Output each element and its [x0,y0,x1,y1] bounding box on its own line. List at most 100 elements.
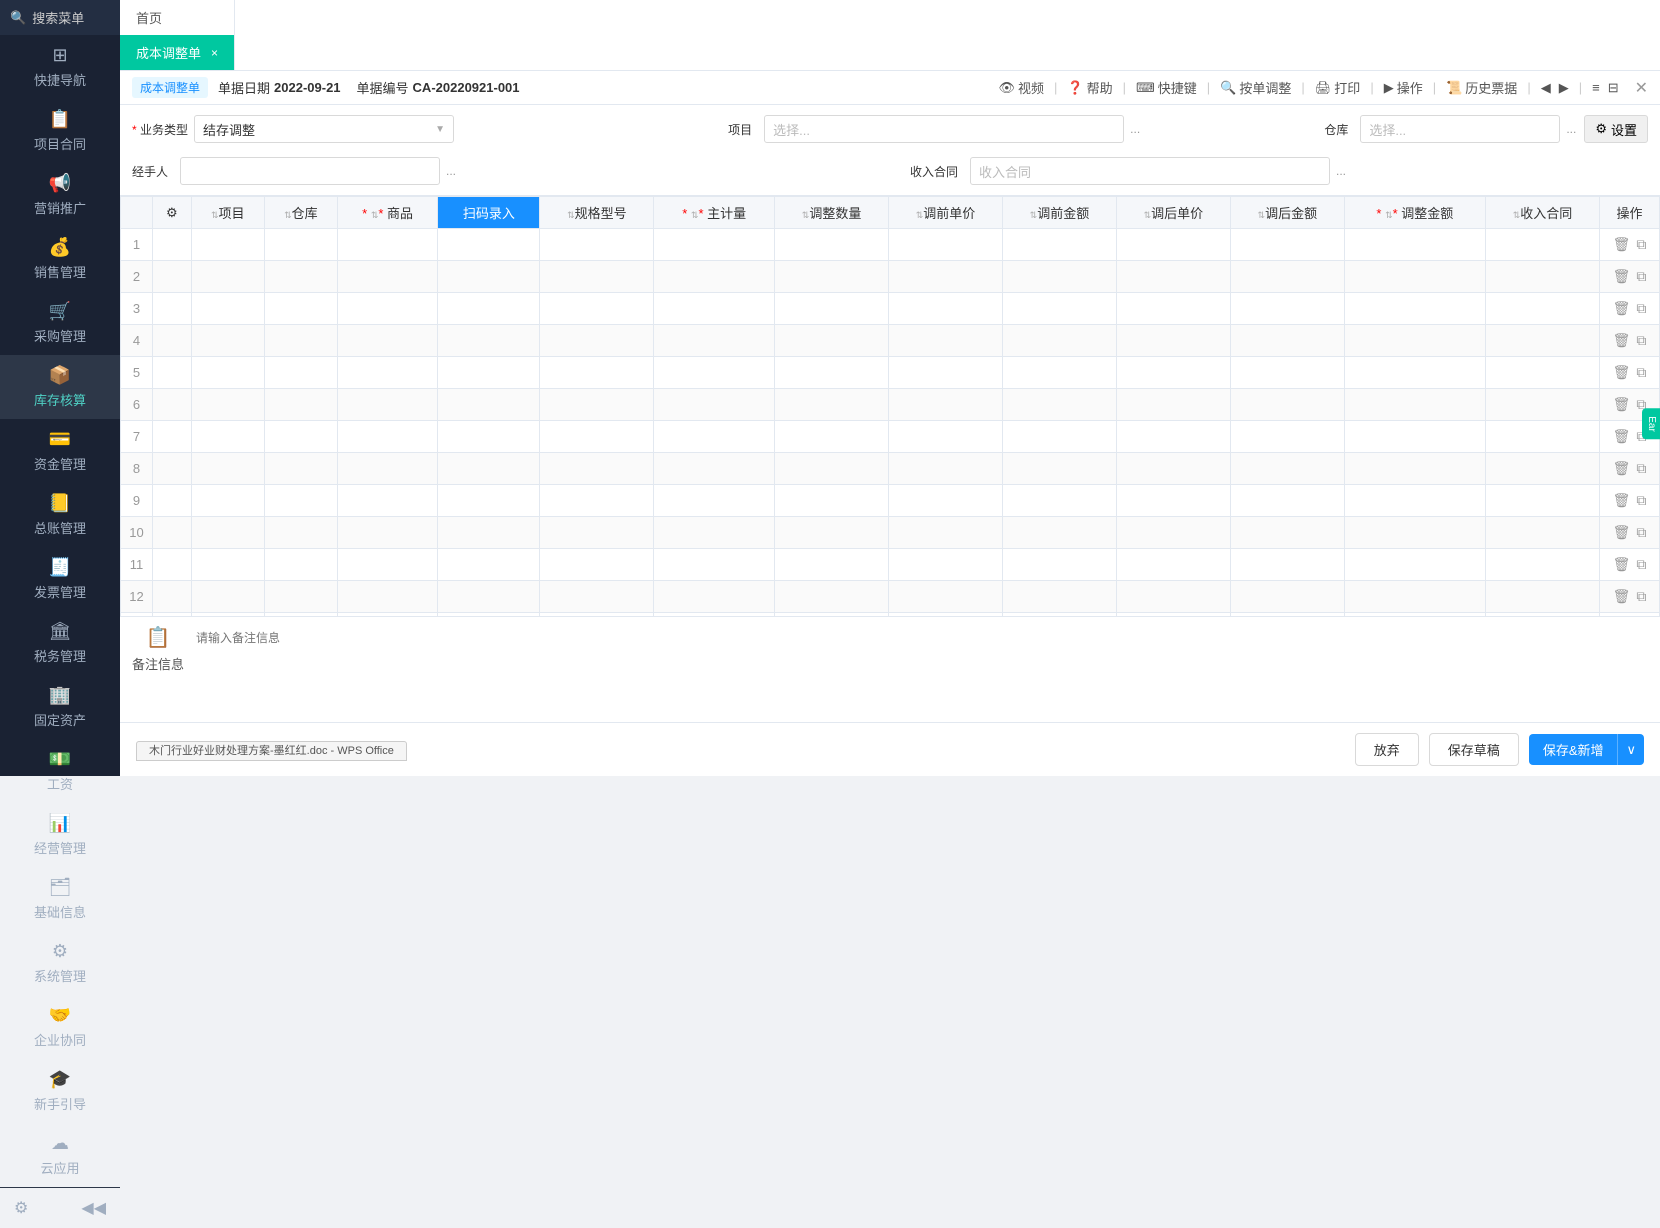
row-delete-4[interactable]: 🗑 [1613,332,1631,348]
cell-project-7[interactable] [191,421,264,453]
sidebar-item-quick-nav[interactable]: ⊞快捷导航 [0,35,120,99]
cell-income_contract-6[interactable] [1485,389,1599,421]
cell-warehouse-9[interactable] [264,485,337,517]
cell-before_amount-12[interactable] [1002,581,1116,613]
view-list1[interactable]: ≡ [1592,80,1600,95]
cell-warehouse-11[interactable] [264,549,337,581]
cell-settings-10[interactable] [153,517,192,549]
cell-unit-5[interactable] [654,357,775,389]
cell-settings-1[interactable] [153,229,192,261]
sidebar-item-invoice[interactable]: 🧾发票管理 [0,547,120,611]
cell-project-13[interactable] [191,613,264,617]
cell-adjust_amount-11[interactable] [1344,549,1485,581]
cell-adjust_amount-5[interactable] [1344,357,1485,389]
settings-btn[interactable]: ⚙ 设置 [1584,115,1648,143]
sidebar-search[interactable]: 🔍 搜索菜单 [0,0,120,35]
cell-unit-10[interactable] [654,517,775,549]
cell-warehouse-2[interactable] [264,261,337,293]
sidebar-item-marketing[interactable]: 📢营销推广 [0,163,120,227]
cell-income_contract-11[interactable] [1485,549,1599,581]
project-more[interactable]: ... [1130,122,1140,136]
cell-product-3[interactable] [337,293,437,325]
cell-project-9[interactable] [191,485,264,517]
business-type-input[interactable]: 结存调整 ▼ [194,115,454,143]
handler-more[interactable]: ... [446,164,456,178]
cell-scan-12[interactable] [438,581,540,613]
cell-product-2[interactable] [337,261,437,293]
cell-adjust_qty-2[interactable] [775,261,889,293]
cell-warehouse-7[interactable] [264,421,337,453]
cell-actions-2[interactable]: 🗑⧉ [1600,261,1660,293]
cell-after_amount-10[interactable] [1230,517,1344,549]
cell-spec-12[interactable] [540,581,654,613]
cell-scan-11[interactable] [438,549,540,581]
cell-adjust_qty-4[interactable] [775,325,889,357]
row-copy-10[interactable]: ⧉ [1636,524,1646,540]
cell-project-11[interactable] [191,549,264,581]
cell-settings-5[interactable] [153,357,192,389]
cell-settings-12[interactable] [153,581,192,613]
cell-warehouse-12[interactable] [264,581,337,613]
cell-before_amount-7[interactable] [1002,421,1116,453]
cell-adjust_amount-9[interactable] [1344,485,1485,517]
view-action[interactable]: 👁 视频 [999,78,1045,97]
row-delete-7[interactable]: 🗑 [1613,428,1631,444]
print-action[interactable]: 🖨 打印 [1315,78,1361,97]
cell-spec-5[interactable] [540,357,654,389]
cell-unit-11[interactable] [654,549,775,581]
cell-income_contract-1[interactable] [1485,229,1599,261]
cell-unit-6[interactable] [654,389,775,421]
cell-project-12[interactable] [191,581,264,613]
cell-actions-3[interactable]: 🗑⧉ [1600,293,1660,325]
cell-after_amount-7[interactable] [1230,421,1344,453]
cell-income_contract-3[interactable] [1485,293,1599,325]
cell-spec-1[interactable] [540,229,654,261]
row-copy-8[interactable]: ⧉ [1636,460,1646,476]
cell-project-8[interactable] [191,453,264,485]
sidebar-item-guide[interactable]: 🎓新手引导 [0,1059,120,1123]
cell-adjust_qty-1[interactable] [775,229,889,261]
tab-close-cost-adjust[interactable]: × [211,46,218,60]
cell-after_amount-11[interactable] [1230,549,1344,581]
cell-scan-4[interactable] [438,325,540,357]
cell-adjust_amount-12[interactable] [1344,581,1485,613]
cell-after_price-2[interactable] [1116,261,1230,293]
cell-income_contract-2[interactable] [1485,261,1599,293]
cell-settings-9[interactable] [153,485,192,517]
cell-after_amount-4[interactable] [1230,325,1344,357]
cell-spec-13[interactable] [540,613,654,617]
sidebar-item-basic-info[interactable]: 🗂基础信息 [0,867,120,931]
review-action[interactable]: 🔍 按单调整 [1220,78,1291,97]
cell-product-6[interactable] [337,389,437,421]
cell-product-7[interactable] [337,421,437,453]
cell-product-5[interactable] [337,357,437,389]
cell-unit-1[interactable] [654,229,775,261]
save-new-dropdown-btn[interactable]: ∨ [1617,734,1644,765]
cell-product-10[interactable] [337,517,437,549]
nav-next[interactable]: ▶ [1559,80,1569,96]
cell-warehouse-6[interactable] [264,389,337,421]
cell-adjust_qty-5[interactable] [775,357,889,389]
sidebar-item-payroll[interactable]: 💵工资 [0,739,120,803]
cell-after_price-5[interactable] [1116,357,1230,389]
sidebar-item-operations[interactable]: 📊经营管理 [0,803,120,867]
cell-project-5[interactable] [191,357,264,389]
cell-income_contract-12[interactable] [1485,581,1599,613]
cell-product-8[interactable] [337,453,437,485]
discard-btn[interactable]: 放弃 [1355,733,1419,766]
cell-scan-5[interactable] [438,357,540,389]
cell-income_contract-9[interactable] [1485,485,1599,517]
cell-unit-2[interactable] [654,261,775,293]
cell-scan-3[interactable] [438,293,540,325]
cell-actions-8[interactable]: 🗑⧉ [1600,453,1660,485]
col-header-settings[interactable]: ⚙ [153,197,192,229]
cell-before_price-12[interactable] [889,581,1003,613]
close-window-btn[interactable]: ✕ [1635,78,1648,98]
settings-icon[interactable]: ⚙ [14,1198,28,1218]
row-delete-1[interactable]: 🗑 [1613,236,1631,252]
cell-before_price-3[interactable] [889,293,1003,325]
cell-income_contract-10[interactable] [1485,517,1599,549]
cell-after_price-3[interactable] [1116,293,1230,325]
cell-before_price-9[interactable] [889,485,1003,517]
cell-after_amount-5[interactable] [1230,357,1344,389]
